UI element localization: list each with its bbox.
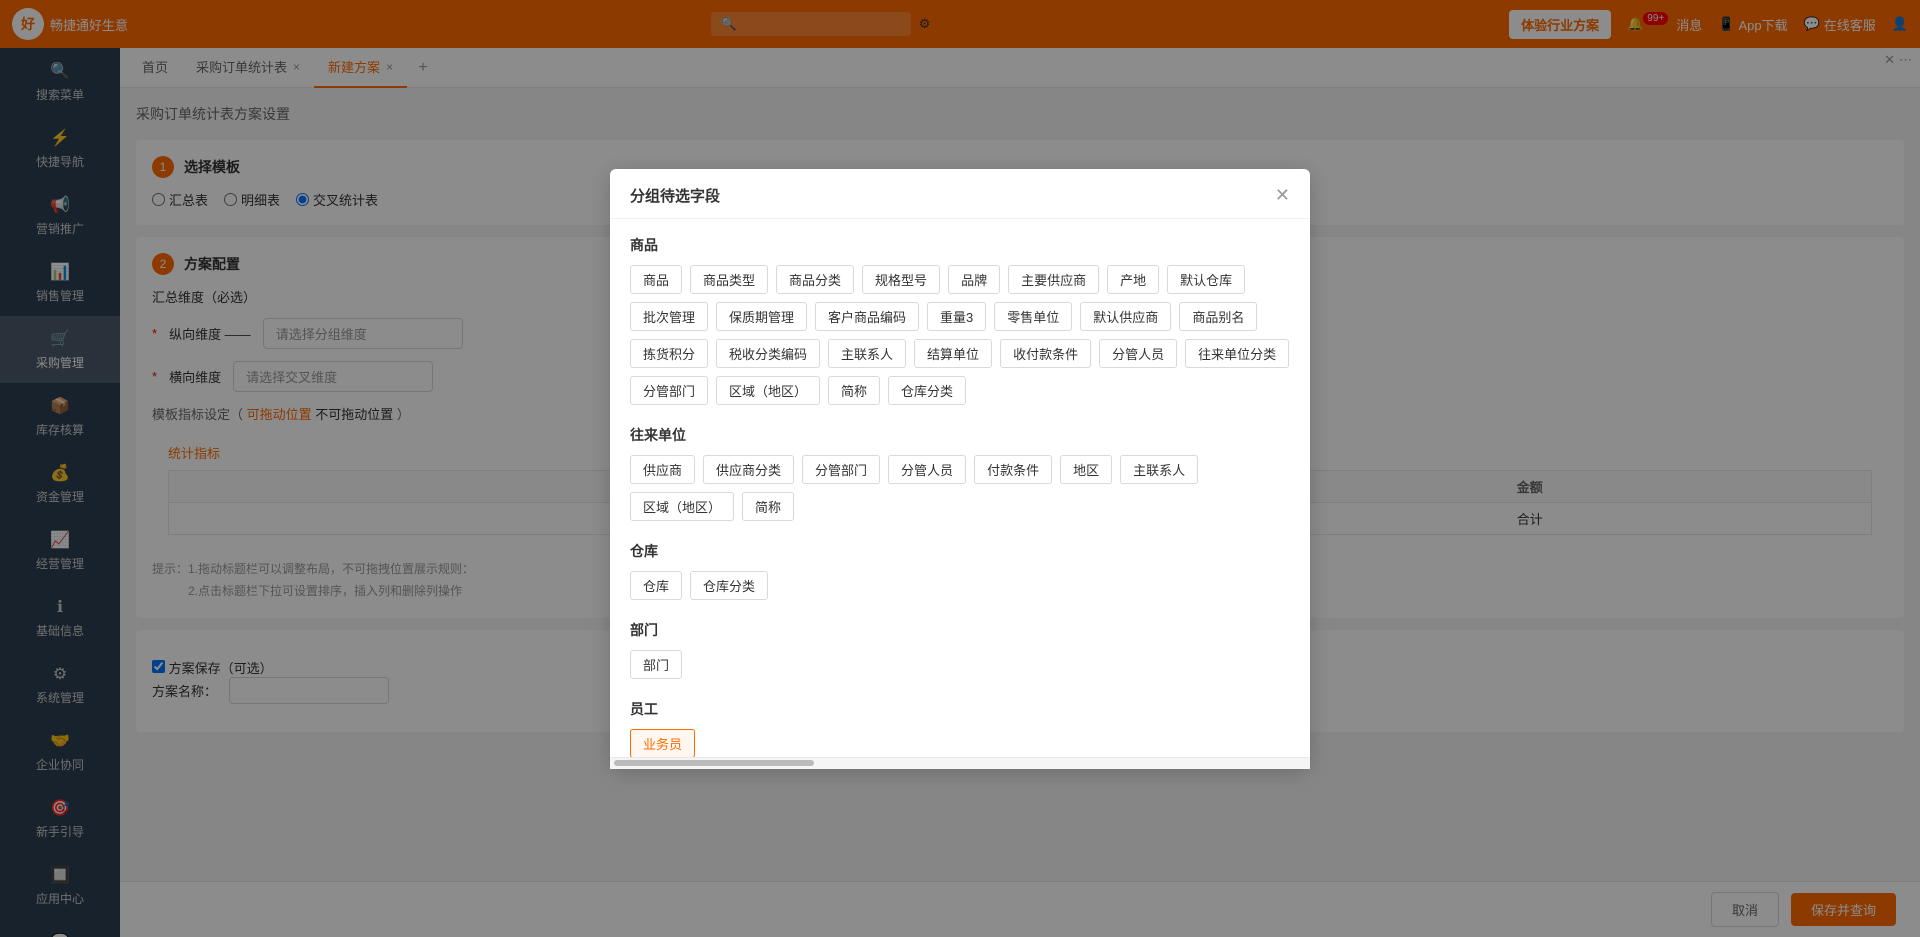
h-scrollbar-thumb[interactable] — [614, 760, 814, 766]
chip-default-supplier[interactable]: 默认供应商 — [1080, 302, 1171, 331]
chip-shelf-life[interactable]: 保质期管理 — [716, 302, 807, 331]
section-dept-chips: 部门 — [630, 650, 1290, 679]
chip-default-warehouse[interactable]: 默认仓库 — [1167, 265, 1245, 294]
section-warehouse-chips: 仓库 仓库分类 — [630, 571, 1290, 600]
section-partner: 往来单位 供应商 供应商分类 分管部门 分管人员 付款条件 地区 主联系人 区域… — [630, 425, 1290, 521]
section-partner-chips: 供应商 供应商分类 分管部门 分管人员 付款条件 地区 主联系人 区域（地区） … — [630, 455, 1290, 521]
chip-partner-category[interactable]: 往来单位分类 — [1185, 339, 1289, 368]
section-product: 商品 商品 商品类型 商品分类 规格型号 品牌 主要供应商 产地 默认仓库 批次… — [630, 235, 1290, 405]
chip-product-alias[interactable]: 商品别名 — [1179, 302, 1257, 331]
dialog-overlay: 分组待选字段 ✕ 商品 商品 商品类型 商品分类 规格型号 品牌 主要供应商 产… — [0, 0, 1920, 937]
section-product-title: 商品 — [630, 235, 1290, 255]
section-employee-chips: 业务员 — [630, 729, 1290, 757]
chip-spec-model[interactable]: 规格型号 — [862, 265, 940, 294]
chip-brand[interactable]: 品牌 — [948, 265, 1000, 294]
chip-personnel2[interactable]: 分管人员 — [888, 455, 966, 484]
section-employee: 员工 业务员 — [630, 699, 1290, 757]
dialog-body[interactable]: 商品 商品 商品类型 商品分类 规格型号 品牌 主要供应商 产地 默认仓库 批次… — [610, 219, 1310, 757]
dialog-scrollbar-bottom[interactable] — [610, 757, 1310, 769]
chip-product-type[interactable]: 商品类型 — [690, 265, 768, 294]
chip-dept2[interactable]: 分管部门 — [802, 455, 880, 484]
section-partner-title: 往来单位 — [630, 425, 1290, 445]
section-dept: 部门 部门 — [630, 620, 1290, 679]
chip-warehouse-cat[interactable]: 仓库分类 — [690, 571, 768, 600]
chip-main-contact[interactable]: 主联系人 — [828, 339, 906, 368]
chip-batch-mgmt[interactable]: 批次管理 — [630, 302, 708, 331]
chip-payment-cond[interactable]: 付款条件 — [974, 455, 1052, 484]
chip-dept-in-charge[interactable]: 分管部门 — [630, 376, 708, 405]
dialog-header: 分组待选字段 ✕ — [610, 169, 1310, 219]
chip-short-name[interactable]: 简称 — [828, 376, 880, 405]
chip-main-supplier[interactable]: 主要供应商 — [1008, 265, 1099, 294]
chip-pick-score[interactable]: 拣货积分 — [630, 339, 708, 368]
section-warehouse-title: 仓库 — [630, 541, 1290, 561]
chip-product-category[interactable]: 商品分类 — [776, 265, 854, 294]
chip-product[interactable]: 商品 — [630, 265, 682, 294]
chip-supplier-category[interactable]: 供应商分类 — [703, 455, 794, 484]
chip-weight3[interactable]: 重量3 — [927, 302, 986, 331]
chip-supervisor[interactable]: 分管人员 — [1099, 339, 1177, 368]
chip-area[interactable]: 地区 — [1060, 455, 1112, 484]
chip-settlement-unit[interactable]: 结算单位 — [914, 339, 992, 368]
chip-origin[interactable]: 产地 — [1107, 265, 1159, 294]
h-scrollbar[interactable] — [610, 759, 1310, 767]
section-product-chips: 商品 商品类型 商品分类 规格型号 品牌 主要供应商 产地 默认仓库 批次管理 … — [630, 265, 1290, 405]
chip-short-name2[interactable]: 简称 — [742, 492, 794, 521]
chip-dept[interactable]: 部门 — [630, 650, 682, 679]
section-dept-title: 部门 — [630, 620, 1290, 640]
chip-warehouse[interactable]: 仓库 — [630, 571, 682, 600]
chip-supplier[interactable]: 供应商 — [630, 455, 695, 484]
dialog-title: 分组待选字段 — [630, 185, 720, 206]
chip-region2[interactable]: 区域（地区） — [630, 492, 734, 521]
chip-region[interactable]: 区域（地区） — [716, 376, 820, 405]
chip-main-contact2[interactable]: 主联系人 — [1120, 455, 1198, 484]
field-select-dialog: 分组待选字段 ✕ 商品 商品 商品类型 商品分类 规格型号 品牌 主要供应商 产… — [610, 169, 1310, 769]
section-employee-title: 员工 — [630, 699, 1290, 719]
dialog-close-icon[interactable]: ✕ — [1275, 185, 1290, 206]
chip-customer-code[interactable]: 客户商品编码 — [815, 302, 919, 331]
chip-retail-unit[interactable]: 零售单位 — [994, 302, 1072, 331]
chip-salesperson[interactable]: 业务员 — [630, 729, 695, 757]
chip-warehouse-category[interactable]: 仓库分类 — [888, 376, 966, 405]
chip-tax-code[interactable]: 税收分类编码 — [716, 339, 820, 368]
section-warehouse: 仓库 仓库 仓库分类 — [630, 541, 1290, 600]
chip-payment-terms[interactable]: 收付款条件 — [1000, 339, 1091, 368]
